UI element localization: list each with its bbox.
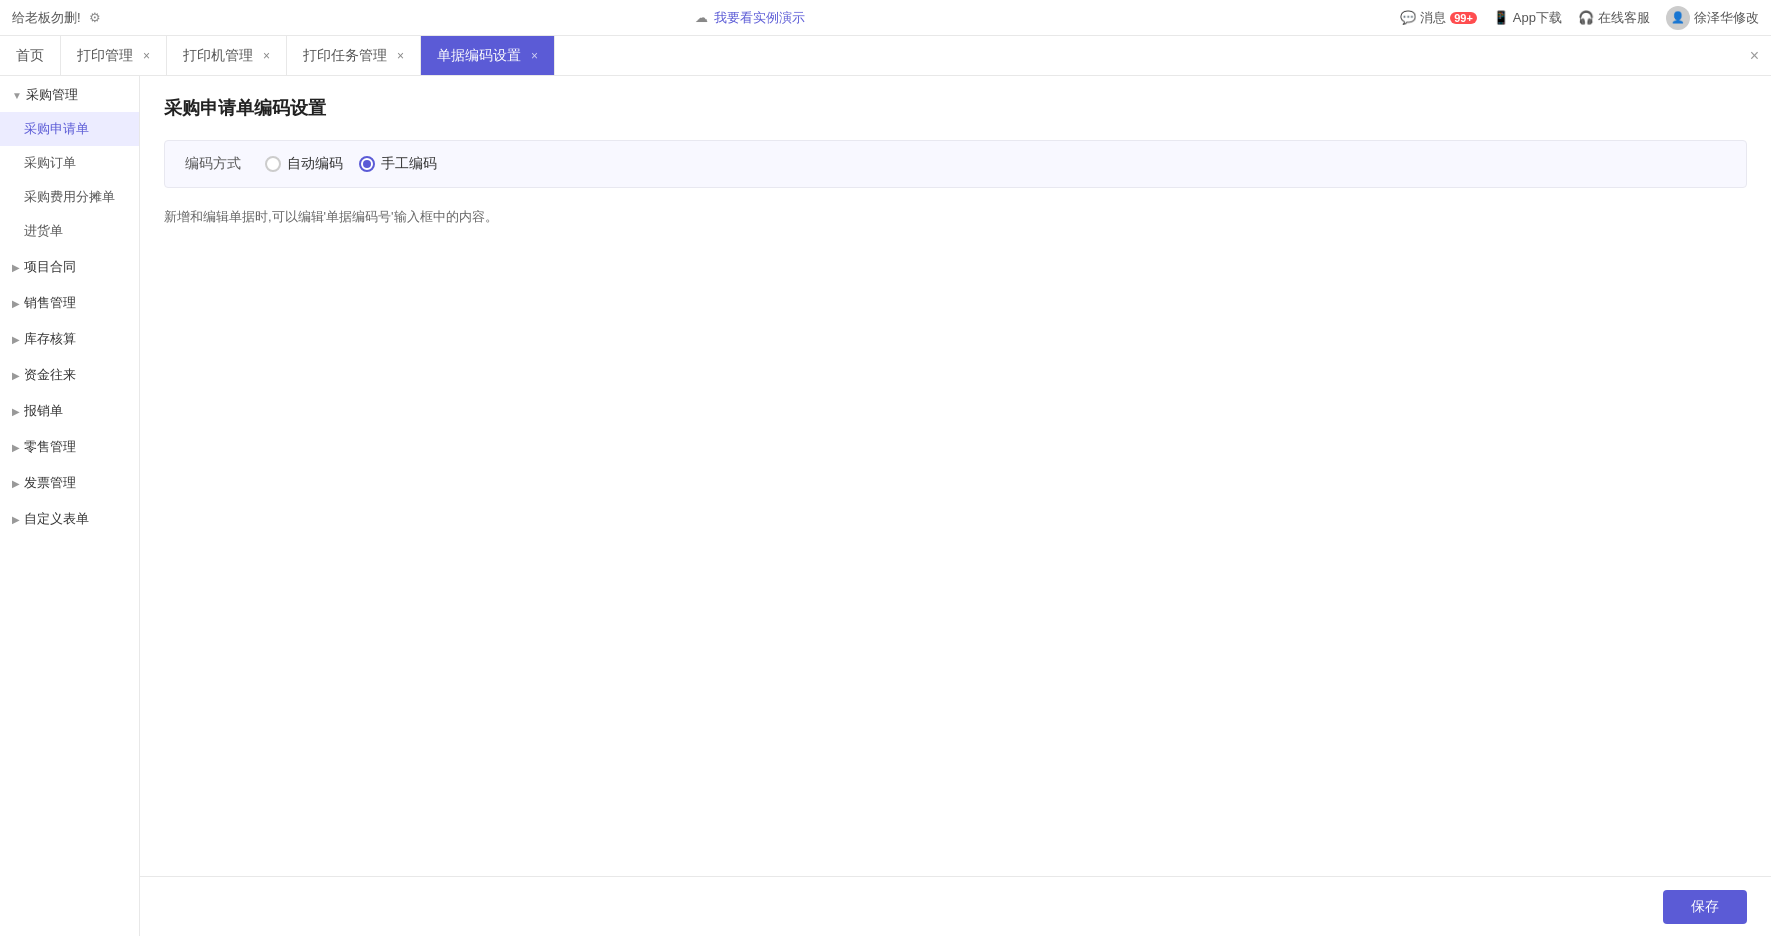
tab-print-management-close[interactable]: × [143, 49, 150, 63]
top-bar-left: 给老板勿删! ⚙ [12, 9, 101, 27]
sidebar-item-purchase-request-label: 采购申请单 [24, 121, 89, 136]
sidebar-group-invoice[interactable]: ▶ 发票管理 [0, 464, 139, 500]
user-menu[interactable]: 👤 徐泽华修改 [1666, 6, 1759, 30]
service-label: 在线客服 [1598, 9, 1650, 27]
sidebar-group-retail[interactable]: ▶ 零售管理 [0, 428, 139, 464]
content-footer: 保存 [140, 876, 1771, 936]
sidebar-group-sales[interactable]: ▶ 销售管理 [0, 284, 139, 320]
main-layout: ▼ 采购管理 采购申请单 采购订单 采购费用分摊单 进货单 ▶ 项目合同 ▶ 销… [0, 76, 1771, 936]
tab-home[interactable]: 首页 [0, 36, 61, 75]
sidebar-group-expense-label: 报销单 [24, 402, 63, 420]
tab-printer-management-close[interactable]: × [263, 49, 270, 63]
message-button[interactable]: 💬 消息 99+ [1400, 9, 1477, 27]
save-button[interactable]: 保存 [1663, 890, 1747, 924]
sidebar-item-purchase-request[interactable]: 采购申请单 [0, 112, 139, 146]
avatar: 👤 [1666, 6, 1690, 30]
manual-encoding-label: 手工编码 [381, 155, 437, 173]
encoding-section: 编码方式 自动编码 手工编码 [164, 140, 1747, 188]
service-icon: 🎧 [1578, 10, 1594, 25]
sidebar-group-purchase[interactable]: ▼ 采购管理 [0, 76, 139, 112]
auto-encoding-label: 自动编码 [287, 155, 343, 173]
chevron-right-icon-inventory: ▶ [12, 334, 20, 345]
chevron-right-icon-sales: ▶ [12, 298, 20, 309]
sidebar-item-purchase-order-label: 采购订单 [24, 155, 76, 170]
app-icon: 📱 [1493, 10, 1509, 25]
settings-icon[interactable]: ⚙ [89, 10, 101, 25]
tab-encoding-settings-close[interactable]: × [531, 49, 538, 63]
online-service-button[interactable]: 🎧 在线客服 [1578, 9, 1650, 27]
tab-printer-management-label: 打印机管理 [183, 47, 253, 65]
page-title: 采购申请单编码设置 [164, 96, 1747, 120]
sidebar-group-sales-label: 销售管理 [24, 294, 76, 312]
sidebar: ▼ 采购管理 采购申请单 采购订单 采购费用分摊单 进货单 ▶ 项目合同 ▶ 销… [0, 76, 140, 936]
chevron-right-icon-project: ▶ [12, 262, 20, 273]
sidebar-group-project-label: 项目合同 [24, 258, 76, 276]
sidebar-item-purchase-expense-label: 采购费用分摊单 [24, 189, 115, 204]
top-bar-center: ☁ 我要看实例演示 [695, 9, 805, 27]
sidebar-group-project[interactable]: ▶ 项目合同 [0, 248, 139, 284]
sidebar-item-purchase-order[interactable]: 采购订单 [0, 146, 139, 180]
sidebar-group-inventory-label: 库存核算 [24, 330, 76, 348]
demo-link[interactable]: 我要看实例演示 [714, 9, 805, 27]
sidebar-item-purchase-receipt[interactable]: 进货单 [0, 214, 139, 248]
tab-bar-close-button[interactable]: × [1738, 36, 1771, 75]
message-badge: 99+ [1450, 12, 1477, 24]
auto-encoding-option[interactable]: 自动编码 [265, 155, 343, 173]
encoding-label: 编码方式 [185, 155, 241, 173]
auto-encoding-radio[interactable] [265, 156, 281, 172]
top-bar-right: 💬 消息 99+ 📱 App下载 🎧 在线客服 👤 徐泽华修改 [1400, 6, 1759, 30]
message-label: 消息 [1420, 9, 1446, 27]
top-bar: 给老板勿删! ⚙ ☁ 我要看实例演示 💬 消息 99+ 📱 App下载 🎧 在线… [0, 0, 1771, 36]
tab-print-task-close[interactable]: × [397, 49, 404, 63]
sidebar-group-purchase-label: 采购管理 [26, 86, 78, 104]
user-name: 徐泽华修改 [1694, 9, 1759, 27]
content-main: 采购申请单编码设置 编码方式 自动编码 手工编码 新增和编辑单据时,可以编辑'单… [140, 76, 1771, 876]
cloud-icon: ☁ [695, 10, 708, 25]
chevron-right-icon-expense: ▶ [12, 406, 20, 417]
chevron-right-icon-invoice: ▶ [12, 478, 20, 489]
app-download-button[interactable]: 📱 App下载 [1493, 9, 1562, 27]
content-area: 采购申请单编码设置 编码方式 自动编码 手工编码 新增和编辑单据时,可以编辑'单… [140, 76, 1771, 936]
chevron-right-icon-custom-form: ▶ [12, 514, 20, 525]
sidebar-group-custom-form-label: 自定义表单 [24, 510, 89, 528]
sidebar-item-purchase-receipt-label: 进货单 [24, 223, 63, 238]
tab-print-task[interactable]: 打印任务管理 × [287, 36, 421, 75]
tab-printer-management[interactable]: 打印机管理 × [167, 36, 287, 75]
app-label: App下载 [1513, 9, 1562, 27]
tab-print-management-label: 打印管理 [77, 47, 133, 65]
hint-text: 新增和编辑单据时,可以编辑'单据编码号'输入框中的内容。 [164, 208, 1747, 226]
sidebar-group-finance-label: 资金往来 [24, 366, 76, 384]
tab-bar: 首页 打印管理 × 打印机管理 × 打印任务管理 × 单据编码设置 × × [0, 36, 1771, 76]
message-icon: 💬 [1400, 10, 1416, 25]
manual-encoding-radio[interactable] [359, 156, 375, 172]
top-bar-title: 给老板勿删! [12, 9, 81, 27]
tab-print-management[interactable]: 打印管理 × [61, 36, 167, 75]
tab-encoding-settings[interactable]: 单据编码设置 × [421, 36, 555, 75]
tab-encoding-settings-label: 单据编码设置 [437, 47, 521, 65]
chevron-right-icon-retail: ▶ [12, 442, 20, 453]
sidebar-group-invoice-label: 发票管理 [24, 474, 76, 492]
sidebar-group-expense[interactable]: ▶ 报销单 [0, 392, 139, 428]
sidebar-group-inventory[interactable]: ▶ 库存核算 [0, 320, 139, 356]
sidebar-group-retail-label: 零售管理 [24, 438, 76, 456]
chevron-right-icon-finance: ▶ [12, 370, 20, 381]
tab-print-task-label: 打印任务管理 [303, 47, 387, 65]
tab-home-label: 首页 [16, 47, 44, 65]
sidebar-group-finance[interactable]: ▶ 资金往来 [0, 356, 139, 392]
sidebar-item-purchase-expense[interactable]: 采购费用分摊单 [0, 180, 139, 214]
manual-encoding-option[interactable]: 手工编码 [359, 155, 437, 173]
sidebar-group-custom-form[interactable]: ▶ 自定义表单 [0, 500, 139, 536]
chevron-down-icon: ▼ [12, 90, 22, 101]
